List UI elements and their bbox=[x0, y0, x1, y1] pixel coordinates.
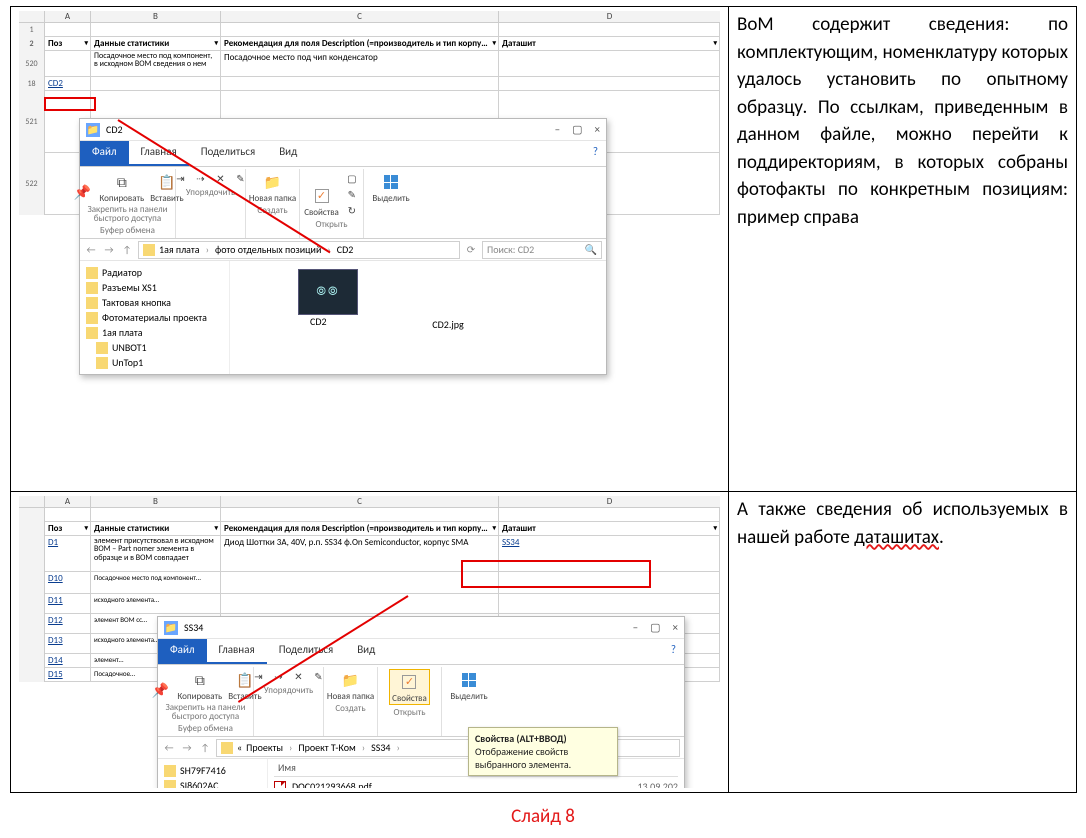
link-d1[interactable]: D1 bbox=[48, 537, 58, 548]
tab-view[interactable]: Вид bbox=[267, 141, 309, 166]
move-icon[interactable]: ⇥ bbox=[174, 171, 188, 185]
close-button[interactable]: × bbox=[595, 123, 600, 136]
refresh-icon[interactable]: ⟳ bbox=[464, 243, 478, 256]
hdr-datasheet[interactable]: Даташит bbox=[499, 37, 720, 51]
history-icon[interactable]: ↻ bbox=[345, 203, 359, 217]
breadcrumb[interactable]: 1ая плата фото отдельных позиций CD2 bbox=[138, 241, 460, 259]
move-icon[interactable]: ⇥ bbox=[252, 669, 266, 683]
hdr-pos[interactable]: Поз bbox=[45, 37, 91, 51]
pin-icon[interactable]: 📌 bbox=[71, 181, 93, 203]
maximize-button[interactable]: ▢ bbox=[572, 123, 582, 136]
row2-description: А также сведения об используемых в нашей… bbox=[729, 492, 1077, 793]
sheet2-col-headers: A B C D bbox=[19, 496, 720, 508]
highlight-cd2 bbox=[44, 97, 96, 111]
tab-file[interactable]: Файл bbox=[158, 639, 207, 664]
nav-forward[interactable]: → bbox=[102, 243, 116, 256]
help-icon[interactable]: ? bbox=[663, 639, 684, 664]
close-button[interactable]: × bbox=[673, 621, 678, 634]
file-date: 13.09.202 bbox=[637, 780, 678, 788]
new-folder-icon[interactable]: 📁 bbox=[262, 171, 284, 193]
select-icon[interactable] bbox=[458, 669, 480, 691]
tab-home[interactable]: Главная bbox=[207, 639, 267, 664]
hdr-stat[interactable]: Данные статистики bbox=[91, 37, 221, 51]
nav-up[interactable]: ↑ bbox=[198, 741, 212, 754]
thumbnail-cd2[interactable]: ⦾⦾ bbox=[298, 269, 358, 315]
search-input[interactable]: Поиск: CD2🔍 bbox=[482, 241, 602, 259]
copy-icon[interactable]: ⧉ bbox=[189, 669, 211, 691]
folder-tree[interactable]: SH79F7416 SI8602AC bbox=[158, 759, 268, 788]
nav-back[interactable]: ← bbox=[84, 243, 98, 256]
minimize-button[interactable]: – bbox=[633, 621, 638, 634]
pin-icon[interactable]: 📌 bbox=[149, 679, 171, 701]
folder-tree[interactable]: Радиатор Разъемы XS1 Тактовая кнопка Фот… bbox=[80, 261, 230, 374]
slide-number: Слайд 8 bbox=[10, 805, 1076, 828]
sheet1-col-headers: A B C D bbox=[19, 11, 720, 23]
link-ss34[interactable]: SS34 bbox=[502, 537, 519, 548]
explorer-cd2: 📁 CD2 – ▢ × Файл Главная Поделиться Вид … bbox=[79, 118, 607, 375]
nav-back[interactable]: ← bbox=[162, 741, 176, 754]
pdf-icon bbox=[274, 781, 286, 788]
maximize-button[interactable]: ▢ bbox=[650, 621, 660, 634]
drive-icon bbox=[143, 244, 155, 256]
nav-forward[interactable]: → bbox=[180, 741, 194, 754]
tab-share[interactable]: Поделиться bbox=[189, 141, 268, 166]
row1-description: BoM содержит сведения: по комплектующим,… bbox=[729, 7, 1077, 492]
open-icon[interactable]: ▢ bbox=[345, 171, 359, 185]
file-name: CD2.jpg bbox=[298, 318, 598, 331]
row1-left: A B C D 1 2 Поз Данные статистики Рекоме… bbox=[11, 7, 729, 492]
drive-icon bbox=[221, 742, 233, 754]
folder-icon: 📁 bbox=[86, 123, 100, 137]
minimize-button[interactable]: – bbox=[555, 123, 560, 136]
help-icon[interactable]: ? bbox=[585, 141, 606, 166]
tooltip-properties: Свойства (ALT+ВВОД) Отображение свойств … bbox=[468, 727, 618, 776]
tab-view[interactable]: Вид bbox=[345, 639, 387, 664]
delete-icon[interactable]: ✕ bbox=[292, 669, 306, 683]
window-title: SS34 bbox=[184, 621, 203, 634]
explorer-ss34: 📁 SS34 – ▢ × Файл Главная Поделиться Вид… bbox=[157, 616, 685, 788]
properties-button[interactable]: ✓Свойства bbox=[389, 669, 430, 705]
search-icon: 🔍 bbox=[585, 243, 597, 256]
hdr-desc[interactable]: Рекомендация для поля Description (=прои… bbox=[221, 37, 499, 51]
file-pane[interactable]: ⦾⦾ CD2.jpg bbox=[230, 261, 606, 374]
properties-icon[interactable]: ✓ bbox=[311, 185, 333, 207]
nav-up[interactable]: ↑ bbox=[120, 243, 134, 256]
file-name[interactable]: DOC021293668.pdf bbox=[292, 780, 372, 788]
folder-icon: 📁 bbox=[164, 621, 178, 635]
highlight-ss34 bbox=[461, 560, 651, 588]
link-cd2[interactable]: CD2 bbox=[48, 78, 63, 89]
row2-left: A B C D Поз Данные статистики Рекомендац… bbox=[11, 492, 729, 793]
edit-icon[interactable]: ✎ bbox=[345, 187, 359, 201]
thumb-base: CD2 bbox=[310, 315, 327, 328]
select-icon[interactable] bbox=[380, 171, 402, 193]
new-folder-icon[interactable]: 📁 bbox=[340, 669, 362, 691]
window-title: CD2 bbox=[106, 123, 123, 136]
tab-file[interactable]: Файл bbox=[80, 141, 129, 166]
copy-icon[interactable]: ⧉ bbox=[111, 171, 133, 193]
